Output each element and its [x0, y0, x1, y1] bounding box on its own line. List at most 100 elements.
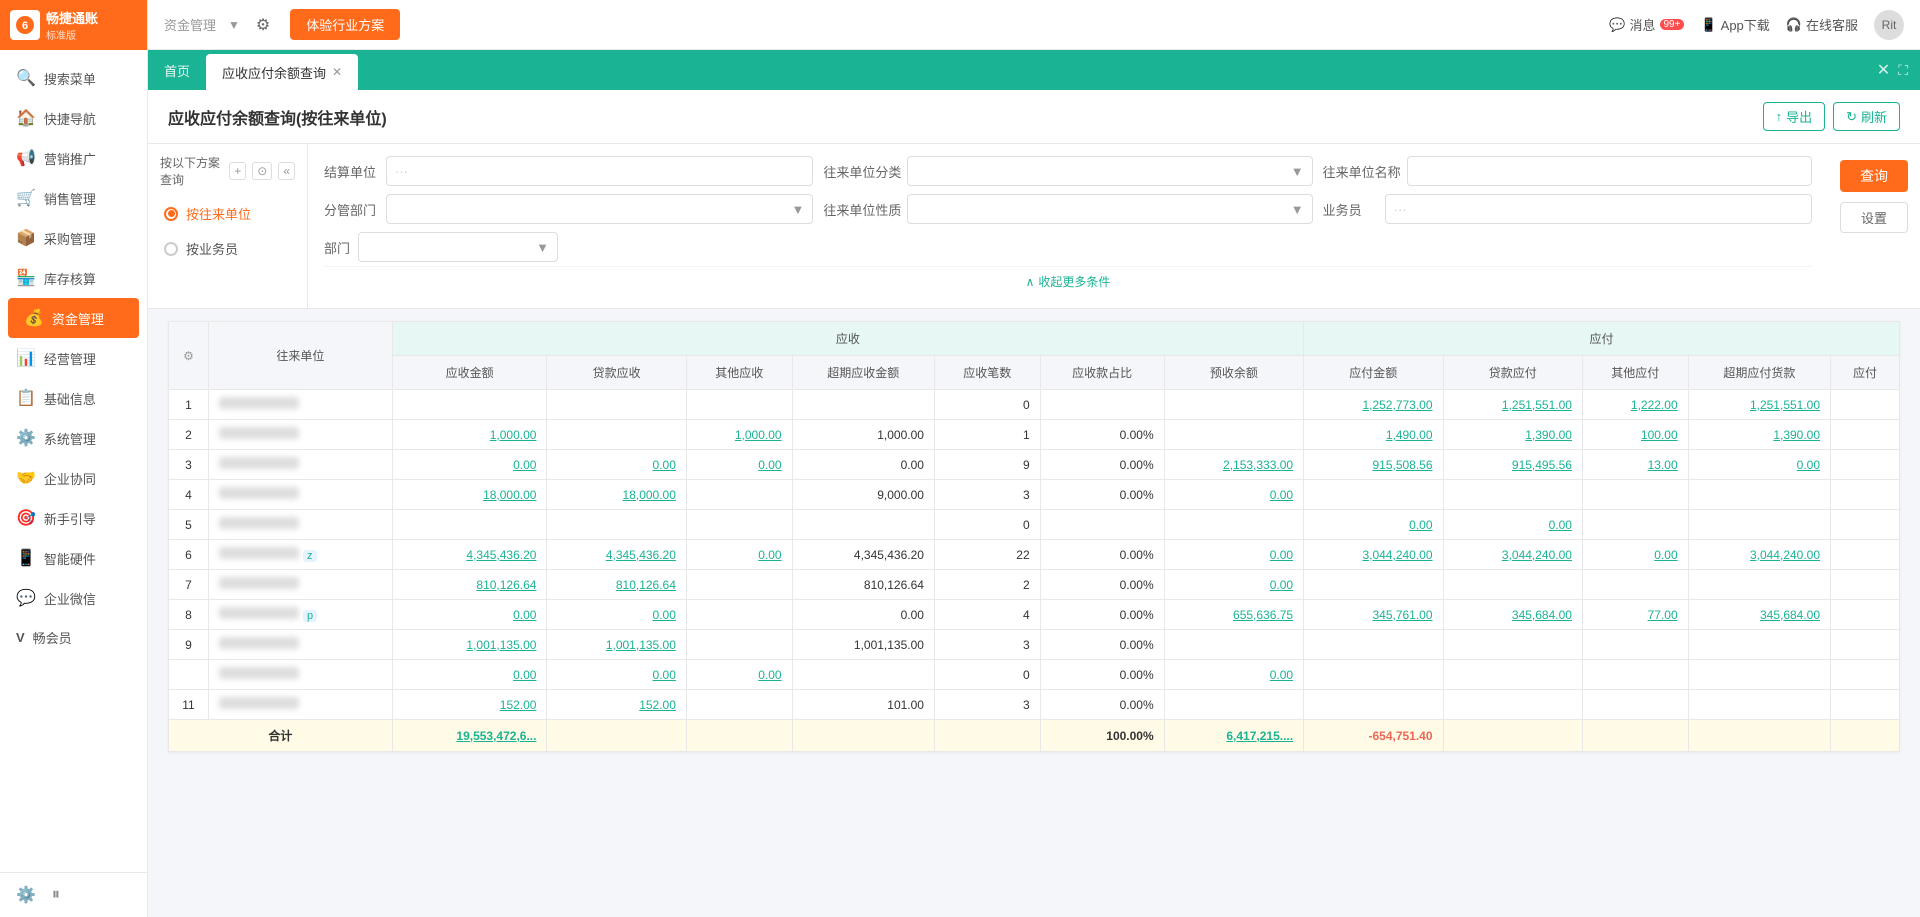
sidebar-item-hardware[interactable]: 📱 智能硬件 [0, 538, 147, 578]
row-cell[interactable] [686, 510, 792, 540]
sidebar-item-operations[interactable]: 📊 经营管理 [0, 338, 147, 378]
row-cell[interactable] [1304, 570, 1443, 600]
row-cell[interactable]: 18,000.00 [392, 480, 547, 510]
filter-option-staff[interactable]: 按业务员 [148, 231, 307, 266]
row-cell[interactable]: 1,000.00 [686, 420, 792, 450]
table-settings-icon[interactable]: ⚙ [183, 349, 194, 363]
row-cell[interactable] [1582, 660, 1688, 690]
nature-input[interactable]: ▼ [907, 194, 1312, 224]
row-cell[interactable] [1582, 570, 1688, 600]
row-cell[interactable]: 0.00 [686, 660, 792, 690]
row-cell[interactable]: 3,044,240.00 [1304, 540, 1443, 570]
row-cell[interactable] [1443, 630, 1582, 660]
row-cell[interactable]: 1,001,135.00 [392, 630, 547, 660]
setting-button[interactable]: 设置 [1840, 202, 1908, 233]
row-cell[interactable]: 0.00 [392, 600, 547, 630]
row-cell[interactable]: 3,044,240.00 [1443, 540, 1582, 570]
row-cell[interactable]: 655,636.75 [1164, 600, 1303, 630]
row-cell[interactable] [1688, 510, 1830, 540]
row-cell[interactable]: 1,490.00 [1304, 420, 1443, 450]
row-cell[interactable]: 345,684.00 [1688, 600, 1830, 630]
row-cell[interactable] [1164, 510, 1303, 540]
sidebar-item-system[interactable]: ⚙️ 系统管理 [0, 418, 147, 458]
row-cell[interactable] [547, 420, 686, 450]
row-cell[interactable]: 1,222.00 [1582, 390, 1688, 420]
row-cell[interactable]: 0.00 [1164, 540, 1303, 570]
staff-input[interactable]: ··· [1385, 194, 1812, 224]
row-cell[interactable] [686, 390, 792, 420]
row-cell[interactable] [1582, 630, 1688, 660]
add-filter-icon[interactable]: + [229, 162, 246, 180]
row-cell[interactable] [686, 600, 792, 630]
row-cell[interactable] [1304, 480, 1443, 510]
row-cell[interactable] [547, 510, 686, 540]
row-cell[interactable]: 152.00 [392, 690, 547, 720]
settings-col-header[interactable]: ⚙ [169, 322, 209, 390]
tab-home[interactable]: 首页 [148, 50, 206, 90]
dropdown-arrow-icon[interactable]: ▼ [228, 18, 240, 32]
row-cell[interactable] [1582, 480, 1688, 510]
collapse-icon[interactable]: ⏸ [52, 886, 60, 904]
row-cell[interactable]: 77.00 [1582, 600, 1688, 630]
row-cell[interactable]: 345,761.00 [1304, 600, 1443, 630]
collapse-more-button[interactable]: ∧ 收起更多条件 [324, 266, 1812, 296]
dept-input[interactable]: ▼ [386, 194, 813, 224]
row-cell[interactable] [1164, 630, 1303, 660]
row-cell[interactable] [686, 690, 792, 720]
sidebar-item-wechat[interactable]: 💬 企业微信 [0, 578, 147, 618]
row-cell[interactable] [1688, 630, 1830, 660]
row-cell[interactable]: 3,044,240.00 [1688, 540, 1830, 570]
biz-dept-input[interactable]: ▼ [358, 232, 558, 262]
row-cell[interactable]: 1,390.00 [1688, 420, 1830, 450]
filter-settings-icon[interactable]: ⊙ [252, 162, 272, 180]
row-cell[interactable] [392, 390, 547, 420]
row-cell[interactable]: 0.00 [547, 660, 686, 690]
row-cell[interactable] [1164, 420, 1303, 450]
row-cell[interactable]: 345,684.00 [1443, 600, 1582, 630]
row-cell[interactable]: 0.00 [1304, 510, 1443, 540]
row-cell[interactable]: 810,126.64 [547, 570, 686, 600]
filter-collapse-icon[interactable]: « [278, 162, 295, 180]
row-cell[interactable] [1164, 690, 1303, 720]
unitname-input[interactable] [1407, 156, 1812, 186]
row-cell[interactable]: 810,126.64 [392, 570, 547, 600]
row-cell[interactable]: 0.00 [1688, 450, 1830, 480]
row-cell[interactable] [1688, 690, 1830, 720]
row-cell[interactable]: 0.00 [547, 600, 686, 630]
settlement-input[interactable]: ··· [386, 156, 813, 186]
row-cell[interactable] [1304, 630, 1443, 660]
export-button[interactable]: ↑ 导出 [1763, 102, 1826, 131]
service-button[interactable]: 🎧 在线客服 [1786, 15, 1858, 34]
sidebar-item-sales[interactable]: 🛒 销售管理 [0, 178, 147, 218]
row-cell[interactable]: 13.00 [1582, 450, 1688, 480]
tab-close-icon[interactable]: ✕ [332, 65, 342, 79]
row-cell[interactable] [686, 480, 792, 510]
sidebar-item-member[interactable]: V 畅会员 [0, 618, 147, 657]
sidebar-item-guide[interactable]: 🎯 新手引导 [0, 498, 147, 538]
row-cell[interactable]: 0.00 [686, 540, 792, 570]
row-cell[interactable]: 0.00 [1164, 480, 1303, 510]
refresh-button[interactable]: ↻ 刷新 [1833, 102, 1900, 131]
row-cell[interactable]: 0.00 [392, 450, 547, 480]
filter-option-unit[interactable]: 按往来单位 [148, 196, 307, 231]
user-avatar[interactable]: Rit [1874, 10, 1904, 40]
sidebar-item-quick[interactable]: 🏠 快捷导航 [0, 98, 147, 138]
row-cell[interactable]: 4,345,436.20 [547, 540, 686, 570]
row-cell[interactable]: 0.00 [392, 660, 547, 690]
row-cell[interactable] [547, 390, 686, 420]
row-cell[interactable]: 2,153,333.00 [1164, 450, 1303, 480]
row-cell[interactable]: 1,251,551.00 [1443, 390, 1582, 420]
row-cell[interactable]: 152.00 [547, 690, 686, 720]
row-cell[interactable] [1443, 660, 1582, 690]
row-cell[interactable]: 1,390.00 [1443, 420, 1582, 450]
row-cell[interactable]: 1,000.00 [392, 420, 547, 450]
row-cell[interactable] [1304, 690, 1443, 720]
row-cell[interactable] [1582, 690, 1688, 720]
row-cell[interactable]: 0.00 [1582, 540, 1688, 570]
sidebar-item-collab[interactable]: 🤝 企业协同 [0, 458, 147, 498]
sidebar-item-inventory[interactable]: 🏪 库存核算 [0, 258, 147, 298]
sidebar-item-basic[interactable]: 📋 基础信息 [0, 378, 147, 418]
row-cell[interactable]: 1,251,551.00 [1688, 390, 1830, 420]
expand-icon[interactable]: ⛶ [1898, 62, 1908, 79]
row-cell[interactable]: 0.00 [547, 450, 686, 480]
